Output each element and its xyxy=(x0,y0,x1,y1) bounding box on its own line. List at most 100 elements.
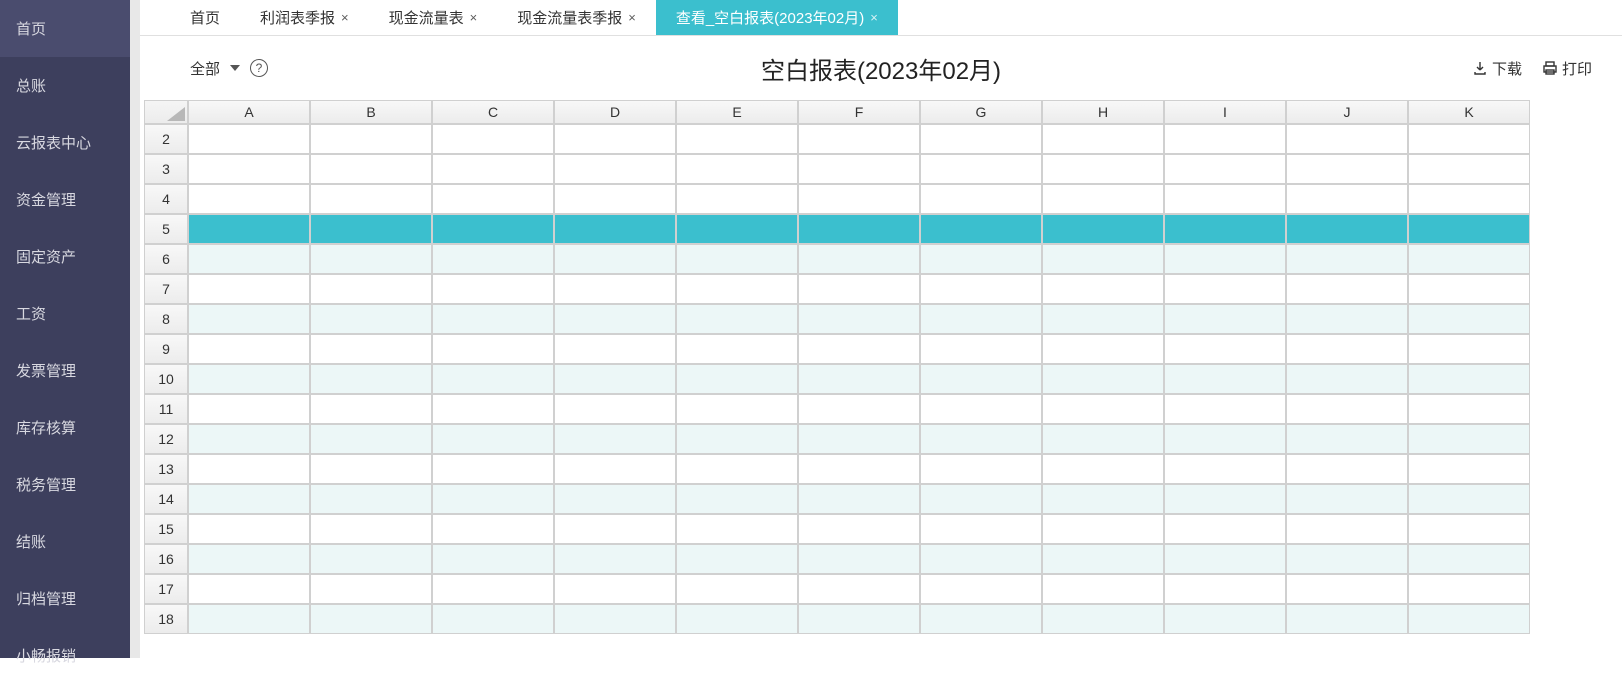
tab-2[interactable]: 现金流量表× xyxy=(369,0,498,35)
row-header-15[interactable]: 15 xyxy=(144,514,188,544)
cell-G16[interactable] xyxy=(920,544,1042,574)
cell-E2[interactable] xyxy=(676,124,798,154)
print-button[interactable]: 打印 xyxy=(1542,58,1592,79)
cell-J18[interactable] xyxy=(1286,604,1408,634)
cell-G12[interactable] xyxy=(920,424,1042,454)
cell-B11[interactable] xyxy=(310,394,432,424)
row-header-9[interactable]: 9 xyxy=(144,334,188,364)
cell-A13[interactable] xyxy=(188,454,310,484)
cell-J3[interactable] xyxy=(1286,154,1408,184)
row-header-5[interactable]: 5 xyxy=(144,214,188,244)
row-header-18[interactable]: 18 xyxy=(144,604,188,634)
cell-G18[interactable] xyxy=(920,604,1042,634)
cell-G13[interactable] xyxy=(920,454,1042,484)
cell-J13[interactable] xyxy=(1286,454,1408,484)
cell-H11[interactable] xyxy=(1042,394,1164,424)
cell-H18[interactable] xyxy=(1042,604,1164,634)
cell-F18[interactable] xyxy=(798,604,920,634)
cell-H15[interactable] xyxy=(1042,514,1164,544)
cell-F5[interactable] xyxy=(798,214,920,244)
sidebar-item-6[interactable]: 发票管理 xyxy=(0,342,130,399)
row-header-13[interactable]: 13 xyxy=(144,454,188,484)
cell-J12[interactable] xyxy=(1286,424,1408,454)
cell-A5[interactable] xyxy=(188,214,310,244)
cell-B5[interactable] xyxy=(310,214,432,244)
cell-G2[interactable] xyxy=(920,124,1042,154)
cell-D15[interactable] xyxy=(554,514,676,544)
cell-J9[interactable] xyxy=(1286,334,1408,364)
cell-H5[interactable] xyxy=(1042,214,1164,244)
cell-K12[interactable] xyxy=(1408,424,1530,454)
cell-G15[interactable] xyxy=(920,514,1042,544)
cell-K8[interactable] xyxy=(1408,304,1530,334)
column-header-I[interactable]: I xyxy=(1164,100,1286,124)
cell-K2[interactable] xyxy=(1408,124,1530,154)
cell-H17[interactable] xyxy=(1042,574,1164,604)
cell-A9[interactable] xyxy=(188,334,310,364)
row-header-12[interactable]: 12 xyxy=(144,424,188,454)
row-header-2[interactable]: 2 xyxy=(144,124,188,154)
cell-B16[interactable] xyxy=(310,544,432,574)
cell-D17[interactable] xyxy=(554,574,676,604)
cell-C11[interactable] xyxy=(432,394,554,424)
row-header-16[interactable]: 16 xyxy=(144,544,188,574)
sidebar-item-5[interactable]: 工资 xyxy=(0,285,130,342)
cell-G11[interactable] xyxy=(920,394,1042,424)
cell-K17[interactable] xyxy=(1408,574,1530,604)
cell-A3[interactable] xyxy=(188,154,310,184)
cell-C18[interactable] xyxy=(432,604,554,634)
cell-E14[interactable] xyxy=(676,484,798,514)
cell-B3[interactable] xyxy=(310,154,432,184)
sidebar-item-0[interactable]: 首页 xyxy=(0,0,130,57)
cell-D14[interactable] xyxy=(554,484,676,514)
cell-C2[interactable] xyxy=(432,124,554,154)
cell-D8[interactable] xyxy=(554,304,676,334)
row-header-14[interactable]: 14 xyxy=(144,484,188,514)
row-header-7[interactable]: 7 xyxy=(144,274,188,304)
cell-A15[interactable] xyxy=(188,514,310,544)
cell-F13[interactable] xyxy=(798,454,920,484)
cell-B2[interactable] xyxy=(310,124,432,154)
filter-dropdown[interactable]: 全部 ? xyxy=(170,58,268,79)
row-header-17[interactable]: 17 xyxy=(144,574,188,604)
spreadsheet[interactable]: ABCDEFGHIJK23456789101112131415161718 xyxy=(144,100,1622,634)
column-header-E[interactable]: E xyxy=(676,100,798,124)
close-icon[interactable]: × xyxy=(341,10,349,25)
sidebar-item-9[interactable]: 结账 xyxy=(0,513,130,570)
cell-E12[interactable] xyxy=(676,424,798,454)
cell-C3[interactable] xyxy=(432,154,554,184)
cell-F12[interactable] xyxy=(798,424,920,454)
sheet-corner[interactable] xyxy=(144,100,188,124)
cell-G9[interactable] xyxy=(920,334,1042,364)
cell-H2[interactable] xyxy=(1042,124,1164,154)
cell-G7[interactable] xyxy=(920,274,1042,304)
cell-F10[interactable] xyxy=(798,364,920,394)
cell-H4[interactable] xyxy=(1042,184,1164,214)
column-header-C[interactable]: C xyxy=(432,100,554,124)
sidebar-item-1[interactable]: 总账 xyxy=(0,57,130,114)
cell-K16[interactable] xyxy=(1408,544,1530,574)
cell-I9[interactable] xyxy=(1164,334,1286,364)
cell-F9[interactable] xyxy=(798,334,920,364)
cell-G17[interactable] xyxy=(920,574,1042,604)
cell-A12[interactable] xyxy=(188,424,310,454)
sidebar-scrollbar[interactable] xyxy=(130,0,140,658)
cell-I18[interactable] xyxy=(1164,604,1286,634)
download-button[interactable]: 下载 xyxy=(1472,58,1522,79)
cell-A17[interactable] xyxy=(188,574,310,604)
cell-K15[interactable] xyxy=(1408,514,1530,544)
cell-C15[interactable] xyxy=(432,514,554,544)
cell-E11[interactable] xyxy=(676,394,798,424)
sidebar-item-2[interactable]: 云报表中心 xyxy=(0,114,130,171)
cell-D4[interactable] xyxy=(554,184,676,214)
cell-E3[interactable] xyxy=(676,154,798,184)
cell-G5[interactable] xyxy=(920,214,1042,244)
cell-G8[interactable] xyxy=(920,304,1042,334)
cell-C17[interactable] xyxy=(432,574,554,604)
cell-C7[interactable] xyxy=(432,274,554,304)
cell-J11[interactable] xyxy=(1286,394,1408,424)
cell-B14[interactable] xyxy=(310,484,432,514)
cell-A7[interactable] xyxy=(188,274,310,304)
cell-G4[interactable] xyxy=(920,184,1042,214)
cell-F7[interactable] xyxy=(798,274,920,304)
